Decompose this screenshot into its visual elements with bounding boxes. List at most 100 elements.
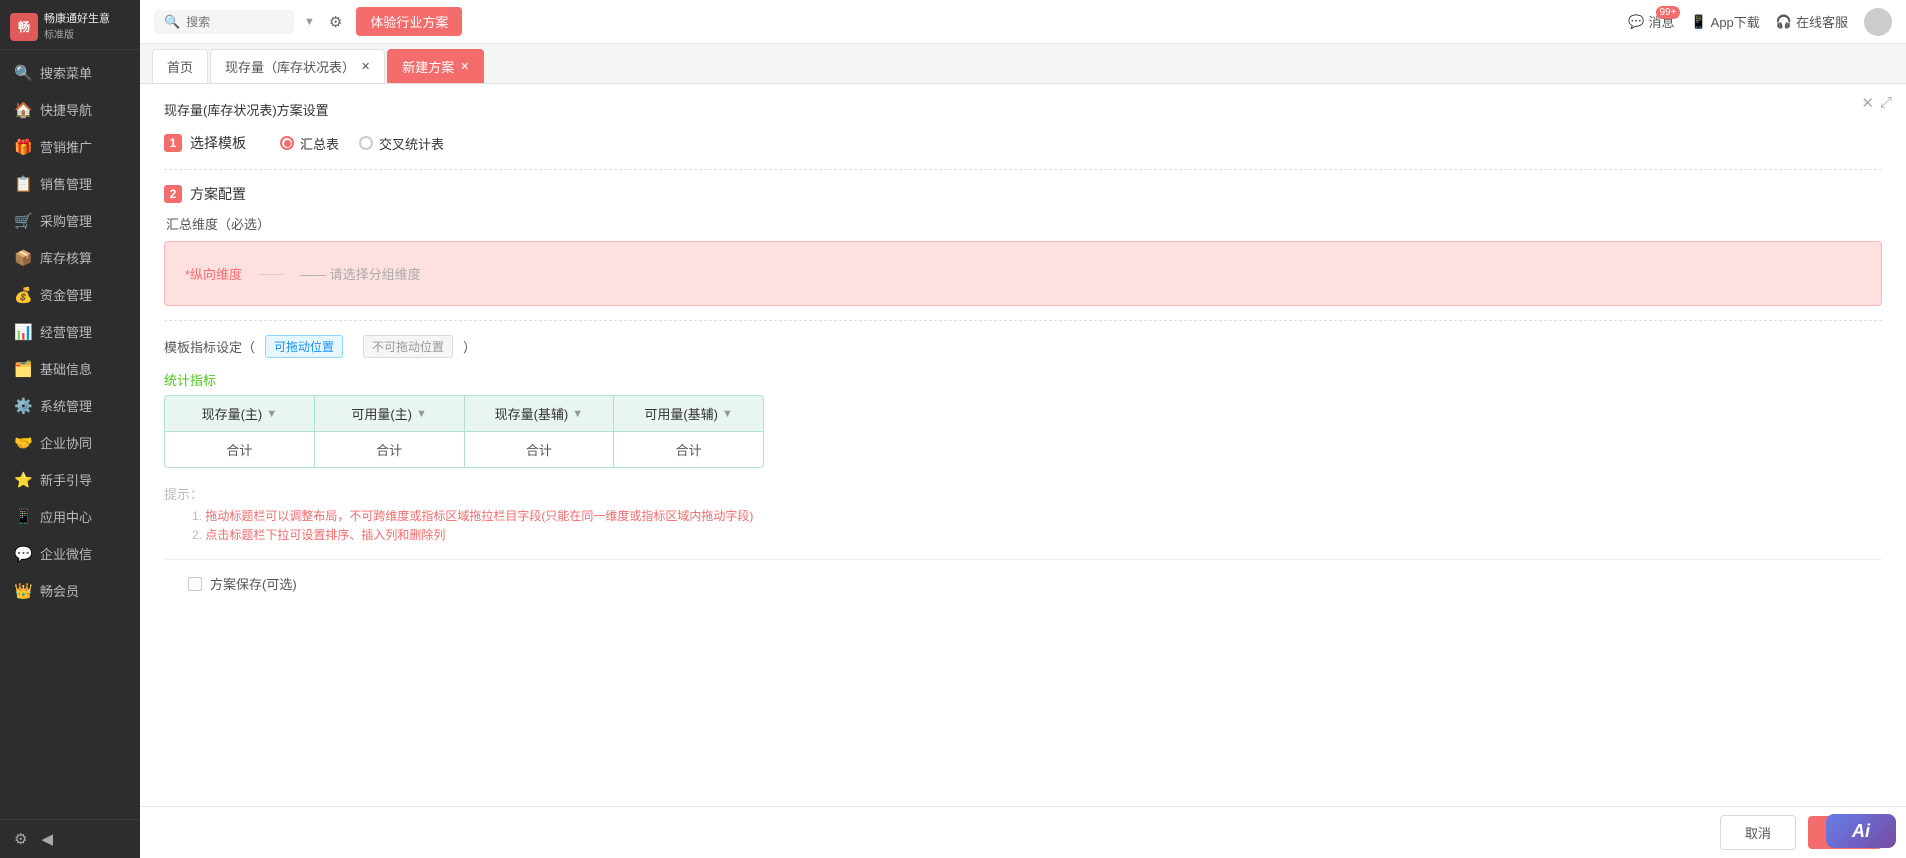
settings-icon[interactable]: ⚙ [14,830,27,848]
indicator-no-drag-tag: 不可拖动位置 [363,335,453,358]
tab-inventory[interactable]: 现存量（库存状况表） ✕ [210,49,385,83]
cancel-button[interactable]: 取消 [1720,815,1796,850]
stats-table-body: 合计合计合计合计 [165,431,763,467]
sidebar-item-inventory[interactable]: 📦 库存核算 [0,239,140,276]
panel-expand-icon[interactable]: ⤢ [1880,94,1892,112]
step1-title: 选择模板 [190,133,246,153]
app-logo-text: 畅康通好生意 标准版 [44,12,110,41]
sidebar-icon-marketing: 🎁 [14,138,32,156]
step2-title: 方案配置 [190,184,246,204]
sidebar-label-appcenter: 应用中心 [40,507,92,526]
stats-label: 统计指标 [164,370,1882,389]
stats-col-chevron-col2[interactable]: ▼ [416,408,427,420]
tab-inventory-close-icon[interactable]: ✕ [361,60,370,73]
search-input[interactable] [186,15,286,29]
vertical-dim-placeholder[interactable]: —— 请选择分组维度 [300,264,421,283]
sidebar-label-search: 搜索菜单 [40,63,92,82]
sidebar-label-operations: 经营管理 [40,322,92,341]
divider-1 [164,169,1882,170]
stats-col-label-col3: 现存量(基辅) [495,404,569,423]
dim-required-area: *纵向维度 —— —— 请选择分组维度 [164,241,1882,306]
panel-close-icon[interactable]: ✕ [1861,94,1874,112]
sidebar-bottom: ⚙ ◀ [0,819,140,858]
sidebar-icon-wechat: 💬 [14,545,32,563]
sidebar-label-enterprise: 企业协同 [40,433,92,452]
radio-summary-label: 汇总表 [300,134,339,153]
sidebar-item-appcenter[interactable]: 📱 应用中心 [0,498,140,535]
tips-item-1: 1. 拖动标题栏可以调整布局，不可跨维度或指标区域拖拉栏目字段(只能在同一维度或… [180,507,1882,524]
indicator-setting: 模板指标设定（ 可拖动位置 不可拖动位置 ） [164,335,1882,358]
sidebar-label-system: 系统管理 [40,396,92,415]
radio-cross[interactable]: 交叉统计表 [359,134,444,153]
tab-new-plan-close-icon[interactable]: ✕ [460,60,469,73]
tips-item-2: 2. 点击标题栏下拉可设置排序、插入列和删除列 [180,526,1882,543]
tips-section: 提示： 1. 拖动标题栏可以调整布局，不可跨维度或指标区域拖拉栏目字段(只能在同… [164,484,1882,543]
topbar-chevron-icon[interactable]: ▼ [304,16,315,28]
topbar-gear-icon[interactable]: ⚙ [329,13,342,31]
radio-summary[interactable]: 汇总表 [280,134,339,153]
stats-col-chevron-col1[interactable]: ▼ [266,408,277,420]
vertical-dim-label: *纵向维度 [185,264,242,283]
stats-col-header-col3[interactable]: 现存量(基辅)▼ [465,396,615,431]
trial-button[interactable]: 体验行业方案 [356,7,462,36]
indicator-setting-label: 模板指标设定（ [164,337,255,356]
tips-highlight: 删除列 [409,528,445,542]
sidebar-item-marketing[interactable]: 🎁 营销推广 [0,128,140,165]
sidebar-label-quicknav: 快捷导航 [40,100,92,119]
stats-col-header-col4[interactable]: 可用量(基辅) ▼ [614,396,763,431]
sidebar-icon-appcenter: 📱 [14,508,32,526]
sidebar-item-newbie[interactable]: ⭐新手引导 [0,461,140,498]
save-checkbox[interactable] [188,577,202,591]
step1-num: 1 [164,134,182,152]
stats-col-chevron-col4[interactable]: ▼ [722,408,733,420]
stats-cell-col2: 合计 [315,432,465,467]
ai-badge[interactable]: Ai [1826,814,1896,848]
radio-summary-circle [280,136,294,150]
tab-new-plan[interactable]: 新建方案 ✕ [387,49,484,83]
sidebar-item-enterprise[interactable]: 🤝企业协同 [0,424,140,461]
stats-cell-col4: 合计 [614,432,763,467]
indicator-draggable-tag: 可拖动位置 [265,335,343,358]
stats-col-header-col1[interactable]: 现存量(主)▼ [165,396,315,431]
sidebar-item-member[interactable]: 👑畅会员 [0,572,140,609]
search-box[interactable]: 🔍 [154,10,294,34]
search-icon: 🔍 [164,14,180,30]
sidebar-item-system[interactable]: ⚙️系统管理 [0,387,140,424]
sidebar-label-inventory: 库存核算 [40,248,92,267]
message-badge: 99+ [1656,6,1681,19]
page-content: ✕ ⤢ 现存量(库存状况表)方案设置 1 选择模板 汇总表 [140,84,1906,806]
online-service-item[interactable]: 🎧 在线客服 [1776,12,1848,31]
stats-cell-col3: 合计 [465,432,615,467]
tab-home[interactable]: 首页 [152,49,208,83]
radio-cross-circle [359,136,373,150]
tab-new-plan-label: 新建方案 [402,57,454,76]
collapse-icon[interactable]: ◀ [41,830,53,848]
online-service-icon: 🎧 [1776,14,1792,30]
sidebar-item-sales[interactable]: 📋销售管理 [0,165,140,202]
sidebar-label-marketing: 营销推广 [40,137,92,156]
sidebar-icon-inventory: 📦 [14,249,32,267]
sidebar-item-purchase[interactable]: 🛒采购管理 [0,202,140,239]
app-download-item[interactable]: 📱 App下载 [1690,12,1759,31]
template-radio-group: 汇总表 交叉统计表 [280,134,444,153]
sidebar-item-operations[interactable]: 📊经营管理 [0,313,140,350]
stats-col-label-col4: 可用量(基辅) [644,404,718,423]
sidebar-item-search[interactable]: 🔍搜索菜单 [0,54,140,91]
step2-section: 2 方案配置 汇总维度（必选） *纵向维度 —— —— 请选择分组维度 模板指标… [164,184,1882,543]
sidebar-item-quicknav[interactable]: 🏠快捷导航 [0,91,140,128]
stats-col-header-col2[interactable]: 可用量(主) ▼ [315,396,465,431]
stats-col-label-col2: 可用量(主) [351,404,412,423]
stats-col-chevron-col3[interactable]: ▼ [572,408,583,420]
summary-dim-label: 汇总维度（必选） [166,214,1882,233]
user-avatar[interactable] [1864,8,1892,36]
divider-2 [164,320,1882,321]
app-download-icon: 📱 [1690,14,1706,30]
sidebar-nav: 🔍搜索菜单🏠快捷导航 🎁 营销推广 📋销售管理🛒采购管理 📦 库存核算 💰资金管理📊经营管理… [0,50,140,819]
sidebar-item-basicinfo[interactable]: 🗂️基础信息 [0,350,140,387]
tips-title: 提示： [164,484,1882,503]
stats-cell-col1: 合计 [165,432,315,467]
sidebar-item-wechat[interactable]: 💬企业微信 [0,535,140,572]
sidebar-label-newbie: 新手引导 [40,470,92,489]
message-item[interactable]: 💬 消息 99+ [1628,12,1674,31]
sidebar-item-finance[interactable]: 💰资金管理 [0,276,140,313]
